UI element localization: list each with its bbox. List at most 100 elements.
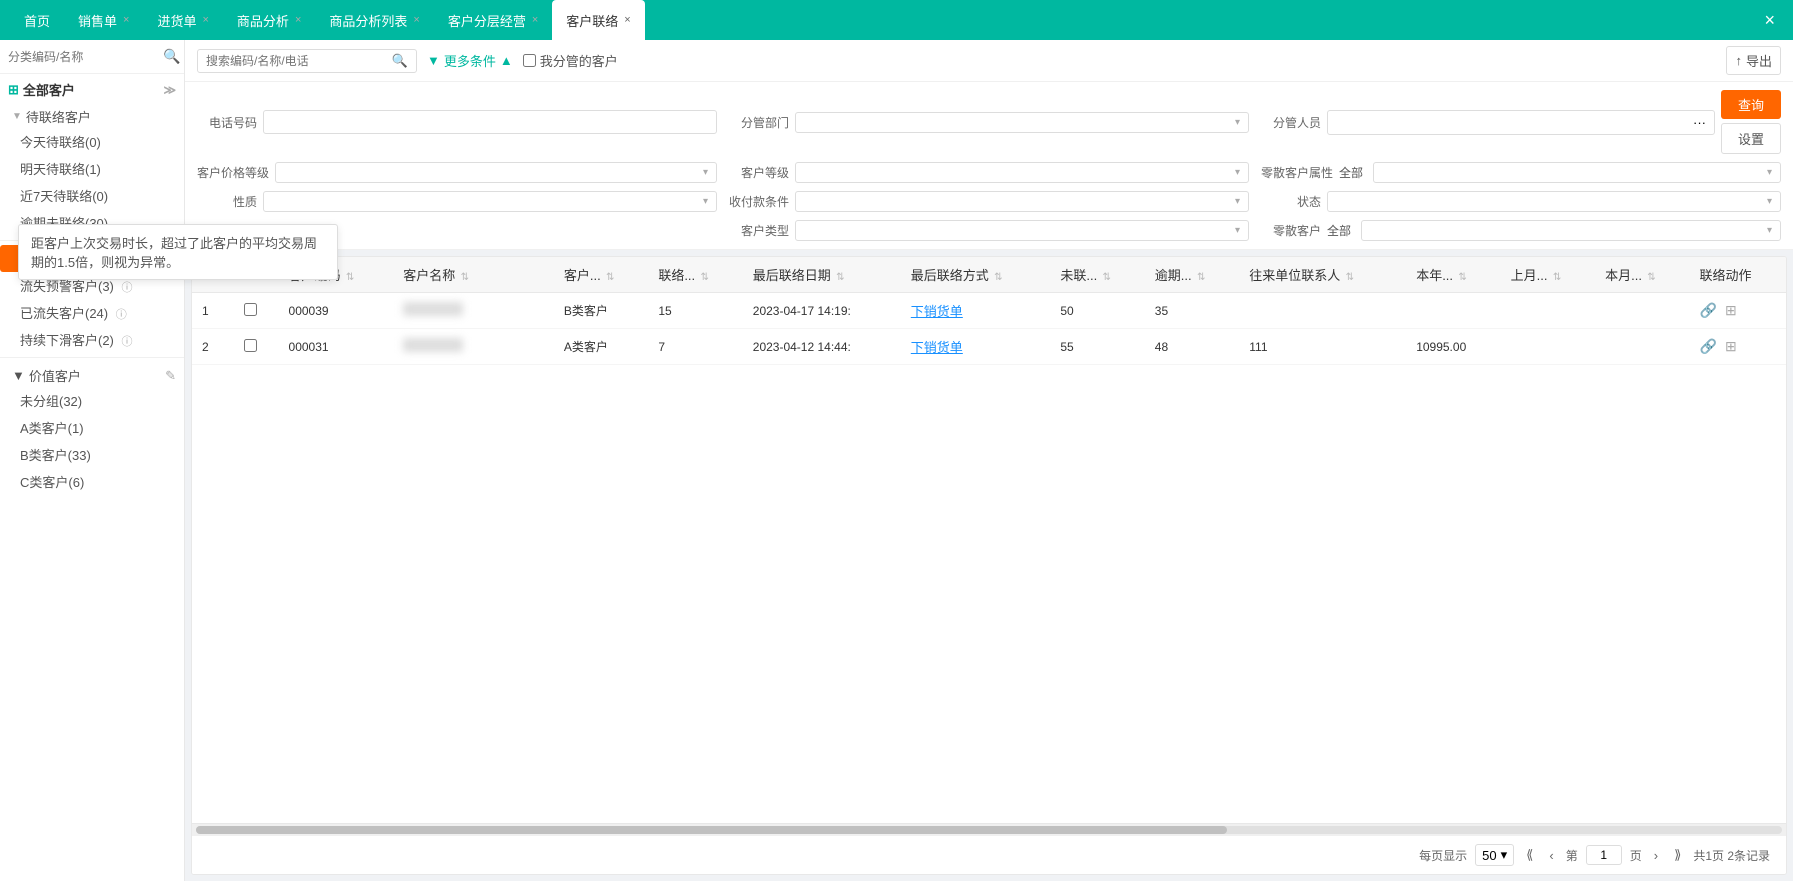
last-method-link-2[interactable]: 下销货单 (911, 340, 963, 355)
col-unreplied-header[interactable]: 未联... ⇅ (1050, 257, 1144, 293)
my-customers-checkbox[interactable] (523, 54, 536, 67)
settings-button[interactable]: 设置 (1721, 123, 1781, 154)
sidebar-item-7days[interactable]: 近7天待联络(0) (0, 182, 184, 209)
filter-row-customer-type: 客户类型 ▾ (729, 220, 1249, 241)
retail-attr-select[interactable]: ▾ (1373, 162, 1781, 183)
sidebar-item-c-class[interactable]: C类客户(6) (0, 468, 184, 495)
cell-this-month-2 (1595, 329, 1689, 365)
pending-group-title[interactable]: ▼ 待联络客户 (0, 103, 184, 128)
close-all-button[interactable]: × (1756, 10, 1783, 31)
table-scroll-container[interactable]: ⚙ 客户编码 ⇅ 客户名称 ⇅ (192, 257, 1786, 823)
pending-arrow-icon: ▼ (12, 111, 22, 122)
total-info: 共1页 2条记录 (1693, 847, 1770, 864)
customer-type-select[interactable]: ▾ (795, 220, 1249, 241)
branch-dept-select[interactable]: ▾ (795, 112, 1249, 133)
tab-customer-tier[interactable]: 客户分层经营 × (434, 0, 552, 40)
gender-caret-icon: ▾ (703, 196, 708, 207)
horizontal-scrollbar[interactable] (192, 823, 1786, 835)
cell-last-method-1[interactable]: 下销货单 (901, 293, 1051, 329)
col-overdue-header[interactable]: 逾期... ⇅ (1145, 257, 1239, 293)
sidebar-item-today[interactable]: 今天待联络(0) (0, 128, 184, 155)
filter-search-input[interactable] (206, 54, 392, 68)
cell-last-month-2 (1501, 329, 1595, 365)
cell-checkbox-2[interactable] (234, 329, 278, 365)
col-category-header[interactable]: 客户... ⇅ (554, 257, 648, 293)
pending-group: ▼ 待联络客户 今天待联络(0) 明天待联络(1) 近7天待联络(0) 逾期未联… (0, 103, 184, 236)
info-icon2: ⓘ (122, 282, 133, 294)
tab-goods-analysis-list[interactable]: 商品分析列表 × (315, 0, 433, 40)
last-method-link-1[interactable]: 下销货单 (911, 304, 963, 319)
close-goods-list-tab[interactable]: × (413, 14, 419, 26)
row2-checkbox[interactable] (244, 339, 257, 352)
col-unit-contacts-header[interactable]: 往来单位联系人 ⇅ (1239, 257, 1406, 293)
cell-name-1 (393, 293, 554, 329)
col-last-contact-date-header[interactable]: 最后联络日期 ⇅ (743, 257, 901, 293)
close-purchase-tab[interactable]: × (202, 14, 208, 26)
filter-row-payment: 收付款条件 ▾ (729, 191, 1249, 212)
col-name-header[interactable]: 客户名称 ⇅ (393, 257, 554, 293)
status-select[interactable]: ▾ (1327, 191, 1781, 212)
customer-level-select[interactable]: ▾ (795, 162, 1249, 183)
cell-last-method-2[interactable]: 下销货单 (901, 329, 1051, 365)
tab-goods-analysis[interactable]: 商品分析 × (223, 0, 315, 40)
sidebar-item-continuous-down[interactable]: 持续下滑客户(2) ⓘ (0, 326, 184, 353)
close-goods-analysis-tab[interactable]: × (295, 14, 301, 26)
more-conditions-btn[interactable]: ▼ 更多条件 ▲ (427, 51, 513, 70)
col-last-month-header[interactable]: 上月... ⇅ (1501, 257, 1595, 293)
payment-select[interactable]: ▾ (795, 191, 1249, 212)
cell-checkbox-1[interactable] (234, 293, 278, 329)
query-button[interactable]: 查询 (1721, 90, 1781, 119)
all-customers-header[interactable]: ⊞ 全部客户 ≫ (0, 74, 184, 103)
last-page-btn[interactable]: ⟫ (1670, 845, 1685, 865)
name-sort-icon: ⇅ (461, 272, 469, 283)
page-number-input[interactable] (1586, 845, 1622, 865)
sidebar-item-tomorrow[interactable]: 明天待联络(1) (0, 155, 184, 182)
tab-sales[interactable]: 销售单 × (64, 0, 143, 40)
next-page-btn[interactable]: › (1650, 846, 1662, 865)
link-icon-2[interactable]: 🔗 (1700, 338, 1717, 355)
sidebar-search-input[interactable] (8, 50, 163, 64)
edit-icon[interactable]: ✎ (165, 368, 176, 384)
category-sort-icon: ⇅ (606, 272, 614, 283)
phone-input[interactable] (263, 110, 717, 134)
contact-sort-icon: ⇅ (701, 272, 709, 283)
link-icon-1[interactable]: 🔗 (1700, 302, 1717, 319)
tab-customer-contact[interactable]: 客户联络 × (552, 0, 644, 40)
unit-contacts-sort-icon: ⇅ (1346, 272, 1354, 283)
close-sales-tab[interactable]: × (123, 14, 129, 26)
retail-customer-select[interactable]: ▾ (1361, 220, 1781, 241)
tab-home[interactable]: 首页 (10, 0, 64, 40)
export-icon: ↑ (1735, 53, 1742, 68)
price-level-select[interactable]: ▾ (275, 162, 717, 183)
cell-unreplied-2: 55 (1050, 329, 1144, 365)
row1-checkbox[interactable] (244, 303, 257, 316)
customer-level-caret-icon: ▾ (1235, 167, 1240, 178)
close-customer-tier-tab[interactable]: × (532, 14, 538, 26)
tab-purchase[interactable]: 进货单 × (143, 0, 222, 40)
cell-contact-2: 7 (648, 329, 742, 365)
col-last-contact-method-header[interactable]: 最后联络方式 ⇅ (901, 257, 1051, 293)
sidebar-item-ungroup[interactable]: 未分组(32) (0, 387, 184, 414)
branch-dept-label: 分管部门 (729, 114, 789, 131)
close-customer-contact-tab[interactable]: × (624, 14, 630, 26)
col-this-month-header[interactable]: 本月... ⇅ (1595, 257, 1689, 293)
col-this-year-header[interactable]: 本年... ⇅ (1406, 257, 1500, 293)
collapse-sidebar-icon[interactable]: ≫ (163, 83, 176, 97)
gender-select[interactable]: ▾ (263, 191, 717, 212)
customer-type-caret-icon: ▾ (1235, 225, 1240, 236)
grid-icon-1[interactable]: ⊞ (1725, 302, 1737, 319)
export-button[interactable]: ↑ 导出 (1726, 46, 1781, 75)
value-group-title[interactable]: ▼ 价值客户 ✎ (0, 362, 184, 387)
col-contact-header[interactable]: 联络... ⇅ (648, 257, 742, 293)
scroll-track[interactable] (196, 826, 1782, 834)
per-page-select[interactable]: 50 ▾ (1475, 844, 1514, 866)
sidebar-item-already-lost[interactable]: 已流失客户(24) ⓘ (0, 299, 184, 326)
sidebar-item-b-class[interactable]: B类客户(33) (0, 441, 184, 468)
cell-this-year-1 (1406, 293, 1500, 329)
branch-person-select[interactable]: ··· (1327, 110, 1715, 135)
first-page-btn[interactable]: ⟪ (1522, 845, 1537, 865)
sidebar-item-a-class[interactable]: A类客户(1) (0, 414, 184, 441)
scroll-thumb[interactable] (196, 826, 1227, 834)
prev-page-btn[interactable]: ‹ (1545, 846, 1557, 865)
grid-icon-2[interactable]: ⊞ (1725, 338, 1737, 355)
